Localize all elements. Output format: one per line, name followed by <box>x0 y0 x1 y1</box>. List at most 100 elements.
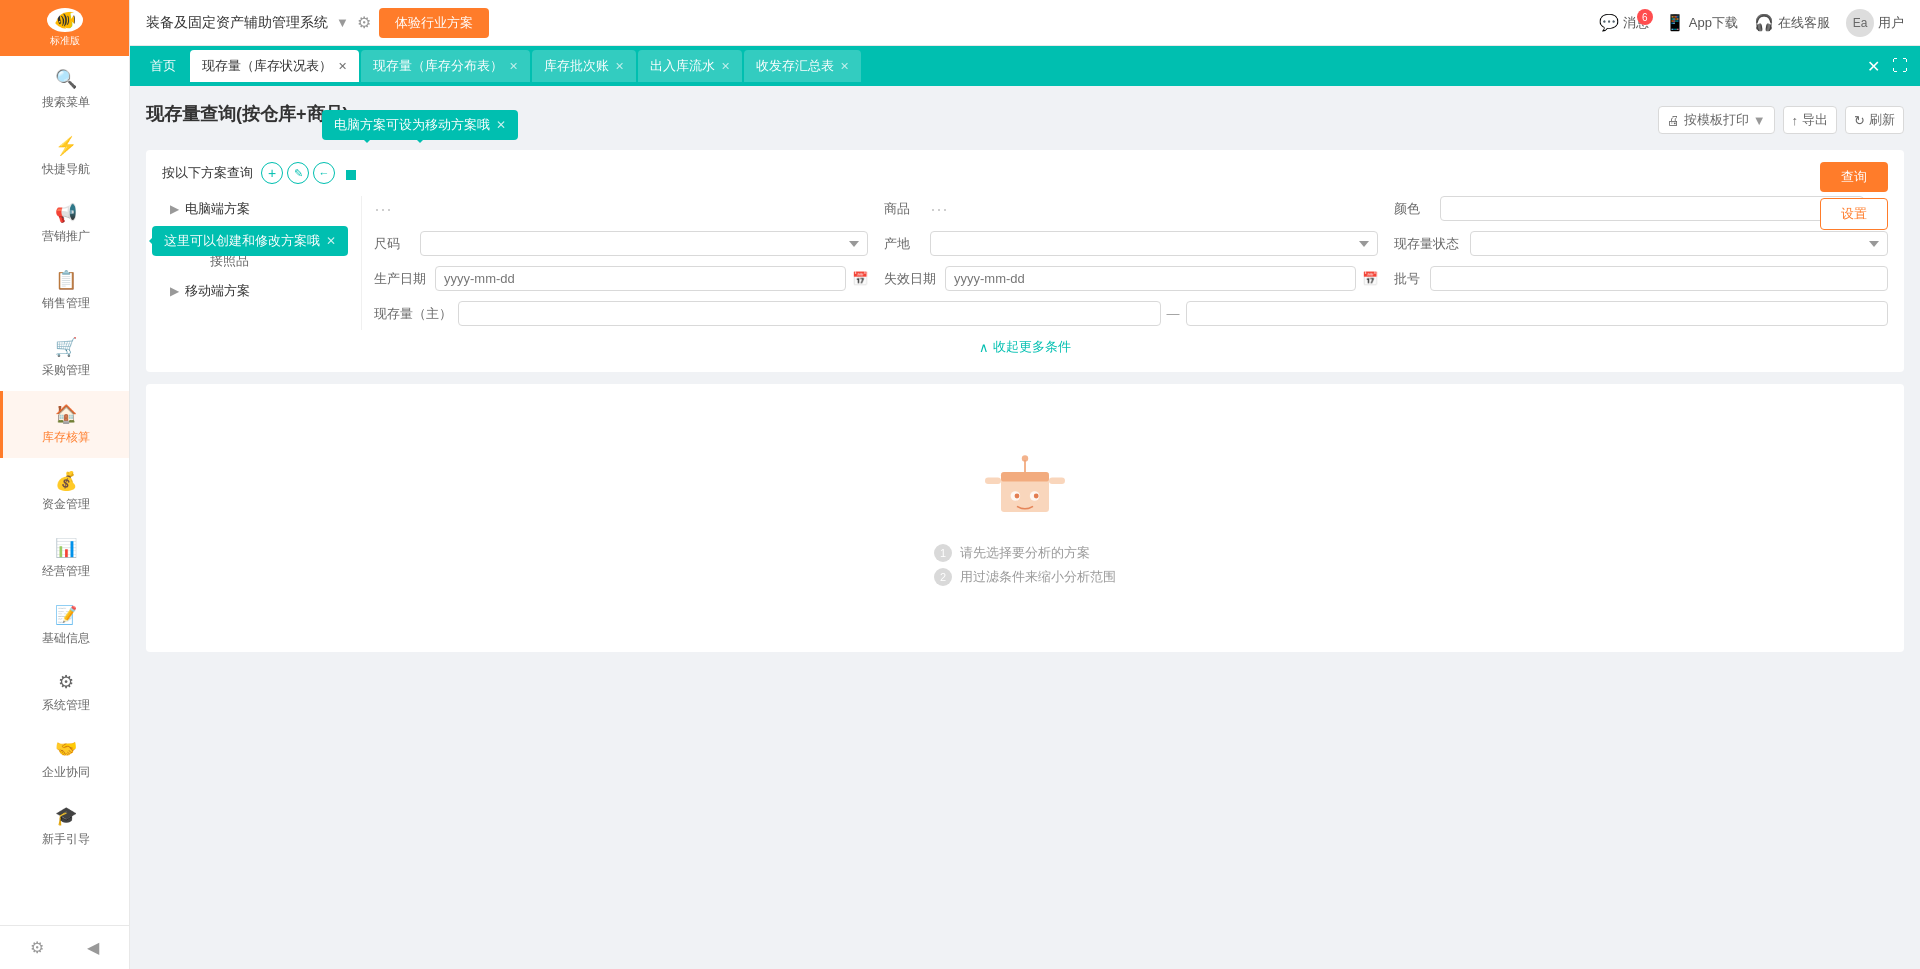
empty-state: 1 请先选择要分析的方案 2 用过滤条件来缩小分析范围 <box>146 384 1904 652</box>
exp-date-cal-icon[interactable]: 📅 <box>1362 271 1378 286</box>
sidebar-item-system-label: 系统管理 <box>42 697 90 714</box>
sidebar-item-enterprise[interactable]: 🤝 企业协同 <box>0 726 129 793</box>
batch-input[interactable] <box>1430 266 1888 291</box>
tab-stock-dist[interactable]: 现存量（库存分布表） ✕ <box>361 50 530 82</box>
tab-fullscreen-btn[interactable]: ⛶ <box>1888 53 1912 80</box>
filter-stock-qty: 现存量（主） — <box>374 301 1888 326</box>
search-btn[interactable]: 查询 <box>1820 162 1888 192</box>
color-select[interactable] <box>1440 196 1864 221</box>
tab-stock-batch[interactable]: 库存批次账 ✕ <box>532 50 636 82</box>
export-label: 导出 <box>1802 111 1828 129</box>
desktop-scheme-item[interactable]: ▶ 电脑端方案 <box>170 196 349 222</box>
mobile-arrow-icon: ▶ <box>170 284 179 298</box>
sidebar-item-basic[interactable]: 📝 基础信息 <box>0 592 129 659</box>
template-print-btn[interactable]: 🖨 按模板打印 ▼ <box>1658 106 1775 134</box>
tab-stock-collect[interactable]: 收发存汇总表 ✕ <box>744 50 861 82</box>
sidebar-item-operation[interactable]: 📊 经营管理 <box>0 525 129 592</box>
finance-icon: 💰 <box>55 470 77 492</box>
color-label: 颜色 <box>1394 200 1434 218</box>
tab-home[interactable]: 首页 <box>138 50 188 82</box>
tab-stock-flow-label: 出入库流水 <box>650 57 715 75</box>
sidebar-item-marketing[interactable]: 📢 营销推广 <box>0 190 129 257</box>
empty-tip-2: 2 用过滤条件来缩小分析范围 <box>934 568 1116 586</box>
mobile-scheme-item[interactable]: ▶ 移动端方案 <box>170 278 349 304</box>
sidebar-item-search[interactable]: 🔍 搜索菜单 <box>0 56 129 123</box>
sidebar-item-nav[interactable]: ⚡ 快捷导航 <box>0 123 129 190</box>
filter-product: 商品 ⋯ <box>884 198 1378 220</box>
sidebar-item-stock[interactable]: 🏠 库存核算 <box>0 391 129 458</box>
product-dots: ⋯ <box>930 198 948 220</box>
origin-select[interactable] <box>930 231 1378 256</box>
filter-back-btn[interactable]: ← <box>313 162 335 184</box>
sidebar-item-guide[interactable]: 🎓 新手引导 <box>0 793 129 860</box>
refresh-label: 刷新 <box>1869 111 1895 129</box>
tab-close-all-btn[interactable]: ✕ <box>1863 53 1884 80</box>
tooltip2-text: 这里可以创建和修改方案哦 <box>164 232 320 250</box>
stock-qty-input-end[interactable] <box>1186 301 1889 326</box>
scheme-area: 这里可以创建和修改方案哦 ✕ ▶ 电脑端方案 按照品 接照品 <box>162 196 362 330</box>
sidebar-item-finance[interactable]: 💰 资金管理 <box>0 458 129 525</box>
sidebar-item-purchase[interactable]: 🛒 采购管理 <box>0 324 129 391</box>
filter-edit-btn[interactable]: ✎ <box>287 162 309 184</box>
empty-tips: 1 请先选择要分析的方案 2 用过滤条件来缩小分析范围 <box>934 544 1116 592</box>
user-action[interactable]: Ea 用户 <box>1846 9 1904 37</box>
prod-date-label: 生产日期 <box>374 270 429 288</box>
tooltip1-close[interactable]: ✕ <box>496 118 506 132</box>
product-label: 商品 <box>884 200 924 218</box>
sidebar-item-purchase-label: 采购管理 <box>42 362 90 379</box>
export-btn[interactable]: ↑ 导出 <box>1783 106 1838 134</box>
tab-stock-batch-close[interactable]: ✕ <box>615 60 624 73</box>
system-name: 装备及固定资产辅助管理系统 <box>146 14 328 32</box>
tab-stock-status[interactable]: 现存量（库存状况表） ✕ <box>190 50 359 82</box>
message-action[interactable]: 💬 6 消息 <box>1599 13 1649 32</box>
filter-add-btn[interactable]: + <box>261 162 283 184</box>
size-label: 尺码 <box>374 235 414 253</box>
prod-date-start[interactable] <box>435 266 846 291</box>
tooltip2-close[interactable]: ✕ <box>326 234 336 248</box>
trial-btn[interactable]: 体验行业方案 <box>379 8 489 38</box>
sidebar-item-stock-label: 库存核算 <box>42 429 90 446</box>
sidebar-settings-btn[interactable]: ⚙ <box>30 938 44 957</box>
tab-stock-flow[interactable]: 出入库流水 ✕ <box>638 50 742 82</box>
exp-date-start[interactable] <box>945 266 1356 291</box>
purchase-icon: 🛒 <box>55 336 77 358</box>
tip2-num: 2 <box>934 568 952 586</box>
filter-header-actions: + ✎ ← <box>261 162 335 184</box>
refresh-btn[interactable]: ↻ 刷新 <box>1845 106 1904 134</box>
filter-origin: 产地 <box>884 231 1378 256</box>
tab-stock-status-close[interactable]: ✕ <box>338 60 347 73</box>
message-icon: 💬 <box>1599 13 1619 32</box>
sidebar-bottom: ⚙ ◀ <box>0 925 129 969</box>
sidebar-item-search-label: 搜索菜单 <box>42 94 90 111</box>
tip1-num: 1 <box>934 544 952 562</box>
tab-stock-collect-close[interactable]: ✕ <box>840 60 849 73</box>
app-download-action[interactable]: 📱 App下载 <box>1665 13 1738 32</box>
stock-status-select[interactable] <box>1470 231 1888 256</box>
sidebar-item-system[interactable]: ⚙ 系统管理 <box>0 659 129 726</box>
user-avatar: Ea <box>1846 9 1874 37</box>
collapse-icon: ∧ <box>979 340 989 355</box>
sidebar-collapse-btn[interactable]: ◀ <box>87 938 99 957</box>
origin-label: 产地 <box>884 235 924 253</box>
service-action[interactable]: 🎧 在线客服 <box>1754 13 1830 32</box>
system-dropdown-icon[interactable]: ▼ <box>336 15 349 30</box>
svg-point-4 <box>1015 494 1020 499</box>
template-print-label: 按模板打印 <box>1684 111 1749 129</box>
sidebar-item-nav-label: 快捷导航 <box>42 161 90 178</box>
tab-stock-batch-label: 库存批次账 <box>544 57 609 75</box>
collapse-btn[interactable]: ∧ 收起更多条件 <box>979 338 1071 356</box>
reset-btn[interactable]: 设置 <box>1820 198 1888 230</box>
size-select[interactable] <box>420 231 868 256</box>
collapse-label: 收起更多条件 <box>993 338 1071 356</box>
prod-date-cal-icon[interactable]: 📅 <box>852 271 868 286</box>
sidebar-item-sales[interactable]: 📋 销售管理 <box>0 257 129 324</box>
tab-stock-flow-close[interactable]: ✕ <box>721 60 730 73</box>
search-nav-icon: 🔍 <box>55 68 77 90</box>
print-dropdown-icon: ▼ <box>1753 113 1766 128</box>
stock-qty-input[interactable] <box>458 301 1161 326</box>
sidebar-item-guide-label: 新手引导 <box>42 831 90 848</box>
header-settings-icon[interactable]: ⚙ <box>357 13 371 32</box>
tab-stock-dist-label: 现存量（库存分布表） <box>373 57 503 75</box>
sales-icon: 📋 <box>55 269 77 291</box>
tab-stock-dist-close[interactable]: ✕ <box>509 60 518 73</box>
